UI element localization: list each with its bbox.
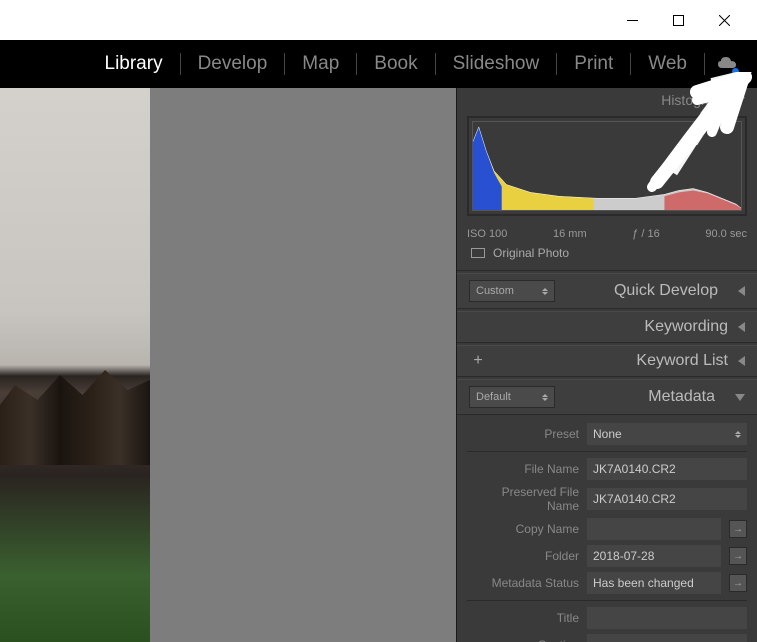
metadata-action-button[interactable]: → <box>729 547 747 565</box>
metadata-label: Folder <box>467 549 579 563</box>
metadata-row: Folder 2018-07-28 → <box>467 545 747 567</box>
metadata-label: Caption <box>467 638 579 642</box>
metadata-value[interactable]: Has been changed <box>587 572 721 594</box>
histogram-chart[interactable] <box>472 121 742 211</box>
metadata-row: File Name JK7A0140.CR2 <box>467 458 747 480</box>
metadata-action-button[interactable]: → <box>729 574 747 592</box>
module-picker: Library Develop Map Book Slideshow Print… <box>0 40 757 88</box>
metadata-value[interactable] <box>587 634 747 642</box>
metadata-set-select[interactable]: Default <box>469 386 555 408</box>
histogram-title: Histogram <box>661 92 725 108</box>
minimize-button[interactable] <box>609 5 655 35</box>
quick-develop-preset-value: Custom <box>476 285 514 297</box>
module-map[interactable]: Map <box>285 53 357 75</box>
right-panel: Histogram ISO 100 16 mm ƒ / 16 <box>456 88 757 642</box>
shutter-value: 90.0 sec <box>705 228 747 240</box>
metadata-value[interactable] <box>587 518 721 540</box>
keywording-panel-header[interactable]: Keywording <box>457 311 757 343</box>
metadata-value[interactable]: JK7A0140.CR2 <box>587 458 747 480</box>
quick-develop-panel-header[interactable]: Custom Quick Develop <box>457 273 757 309</box>
chevron-left-icon[interactable] <box>738 322 745 332</box>
metadata-value[interactable]: 2018-07-28 <box>587 545 721 567</box>
window-titlebar <box>0 0 757 40</box>
module-library[interactable]: Library <box>88 53 181 75</box>
metadata-body: Preset None File NameJK7A0140.CR2Preserv… <box>457 415 757 642</box>
metadata-set-value: Default <box>476 391 511 403</box>
chevron-down-icon[interactable] <box>735 394 745 401</box>
original-photo-label: Original Photo <box>493 246 569 260</box>
metadata-label: Metadata Status <box>467 576 579 590</box>
original-photo-checkbox[interactable] <box>471 248 485 258</box>
chevron-left-icon[interactable] <box>738 356 745 366</box>
keywording-title: Keywording <box>469 318 728 336</box>
metadata-panel-header[interactable]: Default Metadata <box>457 379 757 415</box>
metadata-value[interactable]: JK7A0140.CR2 <box>587 488 747 510</box>
module-print[interactable]: Print <box>557 53 631 75</box>
iso-value: ISO 100 <box>467 228 507 240</box>
module-develop[interactable]: Develop <box>181 53 286 75</box>
metadata-row: Caption <box>467 634 747 642</box>
metadata-action-button[interactable]: → <box>729 520 747 538</box>
metadata-label: Preserved File Name <box>467 485 579 513</box>
module-book[interactable]: Book <box>357 53 435 75</box>
metadata-row: Preserved File Name JK7A0140.CR2 <box>467 485 747 513</box>
metadata-title: Metadata <box>565 388 715 406</box>
add-keyword-button[interactable]: + <box>469 352 487 370</box>
module-slideshow[interactable]: Slideshow <box>436 53 558 75</box>
chevron-left-icon[interactable] <box>738 286 745 296</box>
metadata-row: Copy Name → <box>467 518 747 540</box>
histogram-panel: Histogram ISO 100 16 mm ƒ / 16 <box>457 88 757 271</box>
metadata-value[interactable] <box>587 607 747 629</box>
focal-length-value: 16 mm <box>553 228 587 240</box>
preview-canvas[interactable] <box>0 88 456 642</box>
aperture-value: ƒ / 16 <box>632 228 660 240</box>
preset-value: None <box>593 427 622 441</box>
module-web[interactable]: Web <box>631 53 705 75</box>
quick-develop-preset-select[interactable]: Custom <box>469 280 555 302</box>
metadata-row: Title <box>467 607 747 629</box>
metadata-label: File Name <box>467 462 579 476</box>
metadata-label: Copy Name <box>467 522 579 536</box>
preset-label: Preset <box>467 427 579 441</box>
photo-preview <box>0 88 150 642</box>
cloud-sync-icon[interactable] <box>717 54 737 75</box>
keyword-list-panel-header[interactable]: + Keyword List <box>457 345 757 377</box>
preset-select[interactable]: None <box>587 423 747 445</box>
quick-develop-title: Quick Develop <box>565 282 718 300</box>
keyword-list-title: Keyword List <box>487 352 728 370</box>
metadata-label: Title <box>467 611 579 625</box>
chevron-down-icon[interactable] <box>735 97 745 104</box>
close-button[interactable] <box>701 5 747 35</box>
maximize-button[interactable] <box>655 5 701 35</box>
histogram-info: ISO 100 16 mm ƒ / 16 90.0 sec <box>457 222 757 242</box>
metadata-row: Metadata Status Has been changed → <box>467 572 747 594</box>
